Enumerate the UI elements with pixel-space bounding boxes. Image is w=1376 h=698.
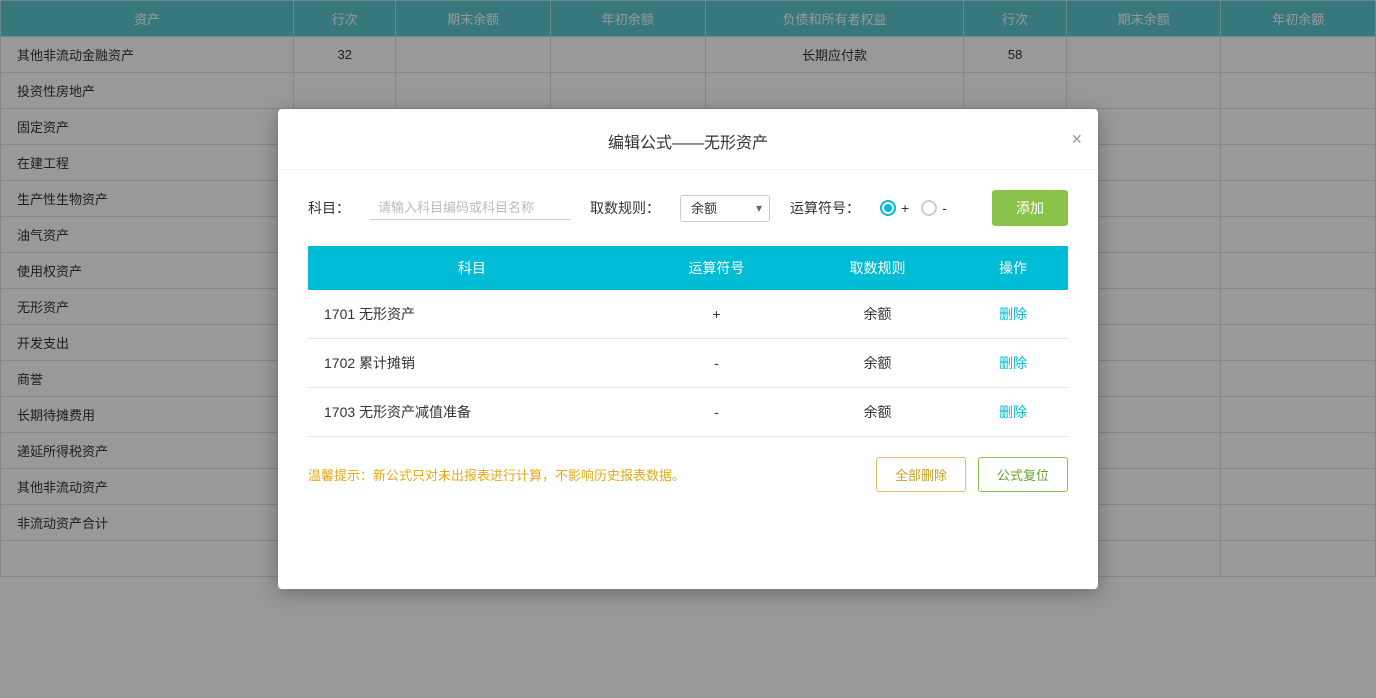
operator-plus-option[interactable]: + [880, 200, 909, 216]
row-operator: - [636, 339, 797, 388]
operator-group: + - [880, 200, 947, 216]
row-operator: + [636, 290, 797, 339]
row-subject: 1702 累计摊销 [308, 339, 636, 388]
delete-all-button[interactable]: 全部删除 [876, 457, 966, 492]
row-operator: - [636, 388, 797, 437]
modal-title: 编辑公式——无形资产 [608, 129, 768, 153]
modal-overlay: 编辑公式——无形资产 × 科目： 取数规则： 余额 借方 贷方 借方发生额 贷方… [0, 0, 1376, 698]
table-header-operator: 运算符号 [636, 246, 797, 290]
delete-link[interactable]: 删除 [999, 355, 1027, 371]
rule-label: 取数规则： [590, 198, 660, 218]
footer-buttons: 全部删除 公式复位 [876, 457, 1068, 492]
reset-formula-button[interactable]: 公式复位 [978, 457, 1068, 492]
operator-plus-label: + [901, 200, 909, 216]
table-header-subject: 科目 [308, 246, 636, 290]
radio-minus-indicator [921, 200, 937, 216]
row-action[interactable]: 删除 [958, 388, 1068, 437]
row-action[interactable]: 删除 [958, 290, 1068, 339]
table-header-action: 操作 [958, 246, 1068, 290]
rule-select[interactable]: 余额 借方 贷方 借方发生额 贷方发生额 [680, 195, 770, 222]
modal-footer: 温馨提示：新公式只对未出报表进行计算，不影响历史报表数据。 全部删除 公式复位 [278, 437, 1098, 502]
radio-plus-indicator [880, 200, 896, 216]
row-subject: 1701 无形资产 [308, 290, 636, 339]
delete-link[interactable]: 删除 [999, 404, 1027, 420]
row-subject: 1703 无形资产减值准备 [308, 388, 636, 437]
table-row: 1701 无形资产 + 余额 删除 [308, 290, 1068, 339]
delete-link[interactable]: 删除 [999, 306, 1027, 322]
row-rule: 余额 [797, 339, 958, 388]
table-header-rule: 取数规则 [797, 246, 958, 290]
edit-formula-modal: 编辑公式——无形资产 × 科目： 取数规则： 余额 借方 贷方 借方发生额 贷方… [278, 109, 1098, 589]
formula-table: 科目 运算符号 取数规则 操作 1701 无形资产 + 余额 删除 [308, 246, 1068, 437]
subject-input[interactable] [370, 196, 570, 220]
row-action[interactable]: 删除 [958, 339, 1068, 388]
form-row: 科目： 取数规则： 余额 借方 贷方 借方发生额 贷方发生额 运算符号： + [278, 170, 1098, 246]
table-row: 1702 累计摊销 - 余额 删除 [308, 339, 1068, 388]
modal-close-button[interactable]: × [1071, 130, 1082, 148]
row-rule: 余额 [797, 388, 958, 437]
operator-minus-option[interactable]: - [921, 200, 947, 216]
subject-label: 科目： [308, 198, 350, 218]
modal-table-wrapper: 科目 运算符号 取数规则 操作 1701 无形资产 + 余额 删除 [278, 246, 1098, 437]
operator-minus-label: - [942, 200, 947, 216]
modal-tip: 温馨提示：新公式只对未出报表进行计算，不影响历史报表数据。 [308, 465, 685, 484]
add-button[interactable]: 添加 [992, 190, 1068, 226]
operator-label: 运算符号： [790, 198, 860, 218]
row-rule: 余额 [797, 290, 958, 339]
rule-select-wrapper[interactable]: 余额 借方 贷方 借方发生额 贷方发生额 [680, 195, 770, 222]
table-row: 1703 无形资产减值准备 - 余额 删除 [308, 388, 1068, 437]
modal-header: 编辑公式——无形资产 × [278, 109, 1098, 170]
